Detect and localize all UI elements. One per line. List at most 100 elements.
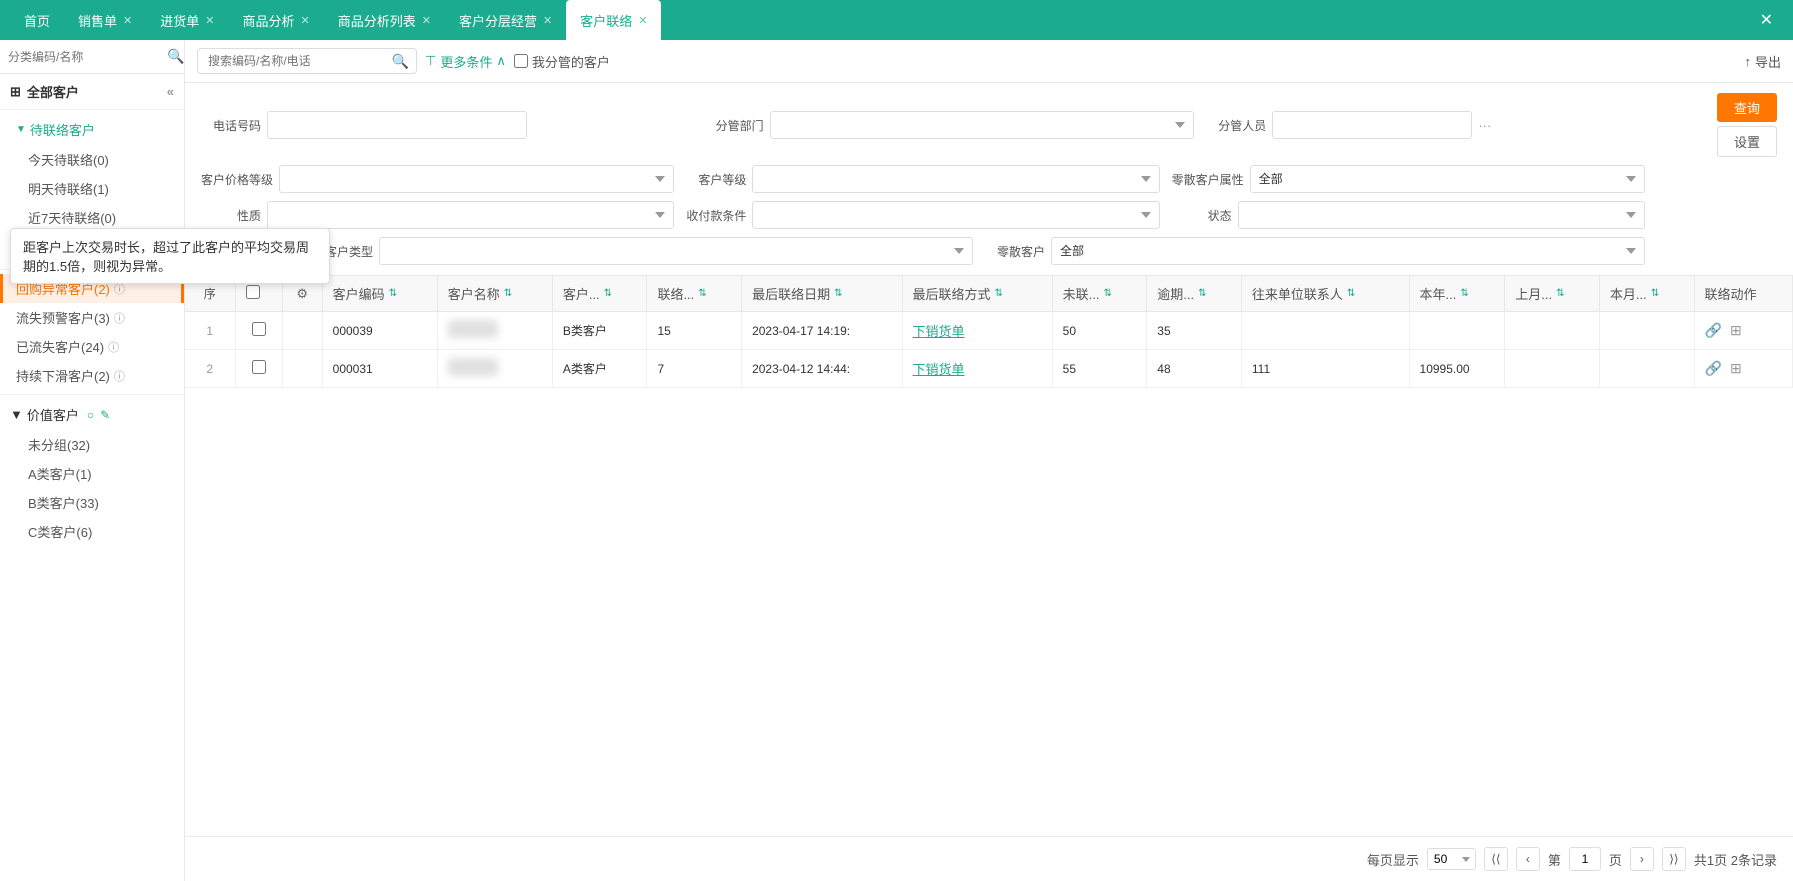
sidebar: 🔍 ⊞ 全部客户 « ▼ 待联络客户 今天待联络(0) 明天待联络(1) 近7天…	[0, 40, 185, 881]
export-btn[interactable]: ↑ 导出	[1744, 52, 1781, 71]
nav-customer-contact-close[interactable]: ✕	[638, 14, 647, 27]
col-code[interactable]: 客户编码 ⇅	[322, 276, 437, 312]
col-this-year[interactable]: 本年... ⇅	[1409, 276, 1505, 312]
prev-page-btn[interactable]: ‹	[1516, 847, 1540, 871]
cell-last-contact-method[interactable]: 下销货单	[902, 350, 1052, 388]
filter-manager-input[interactable]	[1272, 111, 1472, 139]
filter-phone: 电话号码	[201, 111, 692, 139]
col-contact[interactable]: 联络... ⇅	[647, 276, 742, 312]
arrow-down-icon: ▼	[16, 124, 26, 135]
filter-status: 状态	[1172, 201, 1645, 229]
nav-customer-segment-close[interactable]: ✕	[543, 14, 552, 27]
action-more-icon[interactable]: ⊞	[1730, 322, 1742, 339]
info-icon-4: ⓘ	[114, 368, 125, 384]
sidebar-item-declining[interactable]: 持续下滑客户(2) ⓘ	[0, 361, 184, 390]
last-page-btn[interactable]: ⟩⟩	[1662, 847, 1686, 871]
nav-product-analysis-close[interactable]: ✕	[301, 14, 310, 27]
filter-nature-select[interactable]	[267, 201, 674, 229]
col-company-contact[interactable]: 往来单位联系人 ⇅	[1241, 276, 1409, 312]
nav-sales-close[interactable]: ✕	[123, 14, 132, 27]
edit-icon2[interactable]: ✎	[100, 408, 110, 422]
pending-contact-group-header[interactable]: ▼ 待联络客户	[0, 114, 184, 145]
sidebar-item-churned[interactable]: 已流失客户(24) ⓘ	[0, 332, 184, 361]
page-input[interactable]	[1569, 847, 1601, 871]
nav-product-analysis-list-close[interactable]: ✕	[422, 14, 431, 27]
sidebar-item-unclassified[interactable]: 未分组(32)	[0, 430, 184, 459]
filter-dept-select[interactable]	[770, 111, 1195, 139]
col-not-contacted[interactable]: 未联... ⇅	[1052, 276, 1147, 312]
per-page-select[interactable]: 50 10 20 100	[1427, 848, 1476, 870]
settings-btn[interactable]: 设置	[1717, 126, 1777, 157]
col-last-contact-date[interactable]: 最后联络日期 ⇅	[742, 276, 902, 312]
col-name[interactable]: 客户名称 ⇅	[437, 276, 552, 312]
cell-name	[437, 350, 552, 388]
row-checkbox-0[interactable]	[252, 322, 266, 336]
filter-payment-select[interactable]	[752, 201, 1159, 229]
all-customers-header[interactable]: ⊞ 全部客户 «	[0, 74, 184, 110]
col-this-month[interactable]: 本月... ⇅	[1599, 276, 1694, 312]
filter-phone-input[interactable]	[267, 111, 527, 139]
sidebar-item-tomorrow[interactable]: 明天待联络(1)	[0, 174, 184, 203]
action-contact-icon[interactable]: 🔗	[1705, 360, 1722, 377]
edit-icon[interactable]: ○	[87, 408, 94, 422]
contact-method-link[interactable]: 下销货单	[913, 362, 965, 377]
all-customers-icon: ⊞	[10, 84, 21, 100]
col-last-month[interactable]: 上月... ⇅	[1505, 276, 1600, 312]
nav-home[interactable]: 首页	[10, 0, 64, 40]
contact-method-link[interactable]: 下销货单	[913, 324, 965, 339]
main-layout: 🔍 ⊞ 全部客户 « ▼ 待联络客户 今天待联络(0) 明天待联络(1) 近7天…	[0, 40, 1793, 881]
col-overdue[interactable]: 逾期... ⇅	[1147, 276, 1242, 312]
action-more-icon[interactable]: ⊞	[1730, 360, 1742, 377]
filter-dots-1[interactable]: ···	[1478, 118, 1491, 133]
cell-checkbox[interactable]	[235, 350, 282, 388]
per-page-label: 每页显示	[1367, 850, 1419, 869]
cell-not-contacted: 55	[1052, 350, 1147, 388]
nav-product-analysis-list[interactable]: 商品分析列表 ✕	[324, 0, 445, 40]
search-input[interactable]	[197, 48, 417, 74]
action-contact-icon[interactable]: 🔗	[1705, 322, 1722, 339]
filter-retail-customer-select[interactable]: 全部	[1051, 237, 1645, 265]
table-settings-icon[interactable]: ⚙	[296, 286, 308, 301]
my-customers-checkbox-wrap[interactable]: 我分管的客户	[514, 52, 610, 71]
filter-customer-level-select[interactable]	[752, 165, 1159, 193]
filter-price-level-select[interactable]	[279, 165, 674, 193]
cell-category: B类客户	[552, 312, 647, 350]
sidebar-collapse-btn[interactable]: «	[167, 84, 174, 99]
more-conditions-btn[interactable]: ⊤ 更多条件 ∧	[425, 52, 506, 71]
sidebar-search-input[interactable]	[8, 50, 163, 64]
nav-sales[interactable]: 销售单 ✕	[64, 0, 146, 40]
filter-status-select[interactable]	[1238, 201, 1645, 229]
query-btn[interactable]: 查询	[1717, 93, 1777, 122]
next-page-btn[interactable]: ›	[1630, 847, 1654, 871]
filter-row-4: ··· 客户类型 零散客户 全部	[201, 237, 1777, 265]
col-category[interactable]: 客户... ⇅	[552, 276, 647, 312]
col-last-contact-method[interactable]: 最后联络方式 ⇅	[902, 276, 1052, 312]
sidebar-item-class-c[interactable]: C类客户(6)	[0, 517, 184, 546]
select-all-checkbox[interactable]	[246, 285, 260, 299]
cell-last-contact-method[interactable]: 下销货单	[902, 312, 1052, 350]
cell-code: 000039	[322, 312, 437, 350]
filter-retail-customer: 零散客户 全部	[985, 237, 1645, 265]
sort-icon-method: ⇅	[995, 288, 1003, 299]
cell-contact: 15	[647, 312, 742, 350]
arrow-down-icon-2: ▼	[10, 407, 23, 422]
value-customers-header[interactable]: ▼ 价值客户 ○ ✎	[0, 399, 184, 430]
my-customers-checkbox[interactable]	[514, 54, 528, 68]
nav-product-analysis[interactable]: 商品分析 ✕	[228, 0, 323, 40]
sidebar-item-class-b[interactable]: B类客户(33)	[0, 488, 184, 517]
nav-purchase-close[interactable]: ✕	[205, 14, 214, 27]
nav-purchase[interactable]: 进货单 ✕	[146, 0, 228, 40]
filter-customer-type-select[interactable]	[379, 237, 973, 265]
window-close-btn[interactable]: ✕	[1750, 10, 1783, 30]
search-btn-icon[interactable]: 🔍	[392, 53, 409, 70]
filter-retail-attr-select[interactable]: 全部	[1250, 165, 1645, 193]
first-page-btn[interactable]: ⟨⟨	[1484, 847, 1508, 871]
sidebar-item-churn-warning[interactable]: 流失预警客户(3) ⓘ	[0, 303, 184, 332]
nav-customer-segment[interactable]: 客户分层经营 ✕	[445, 0, 566, 40]
row-checkbox-1[interactable]	[252, 360, 266, 374]
cell-checkbox[interactable]	[235, 312, 282, 350]
nav-customer-contact[interactable]: 客户联络 ✕	[566, 0, 661, 40]
sidebar-search-icon[interactable]: 🔍	[167, 48, 184, 65]
sidebar-item-class-a[interactable]: A类客户(1)	[0, 459, 184, 488]
sidebar-item-today[interactable]: 今天待联络(0)	[0, 145, 184, 174]
